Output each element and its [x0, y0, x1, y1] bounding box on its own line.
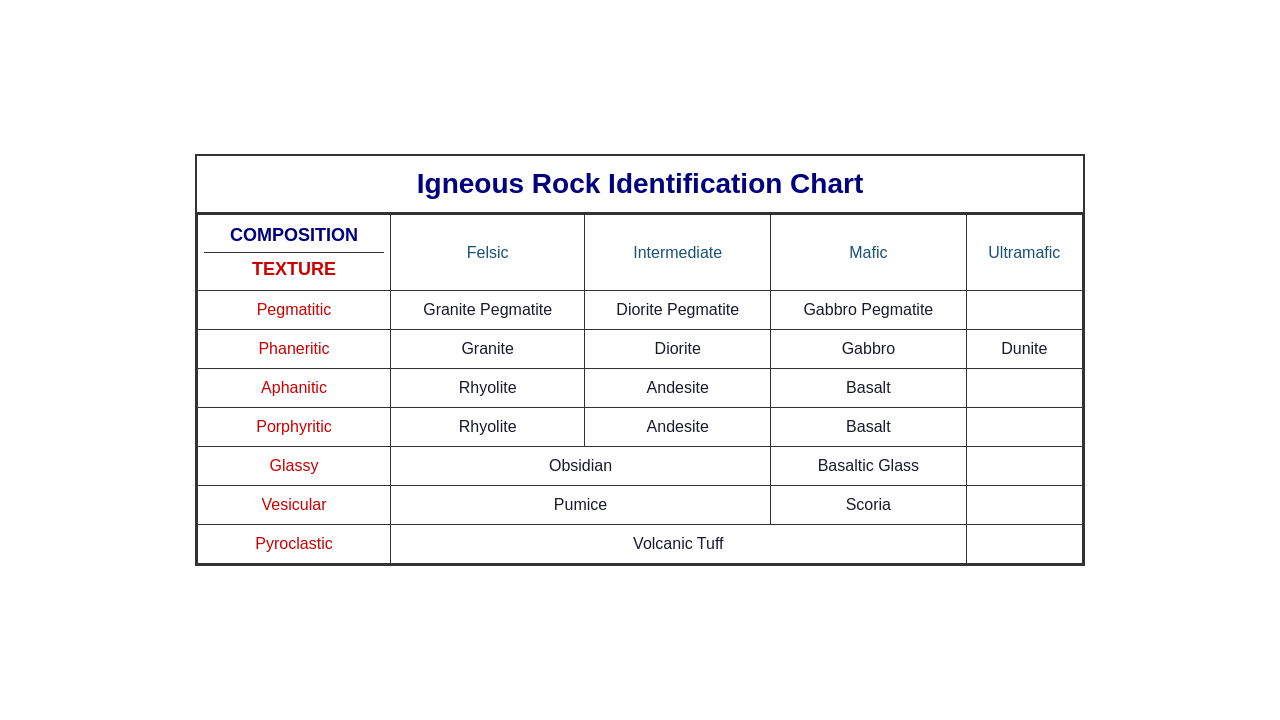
col-header-felsic: Felsic: [391, 215, 585, 291]
cell-phaneritic-ultramafic: Dunite: [966, 330, 1082, 369]
cell-vesicular-pumice: Pumice: [391, 486, 771, 525]
texture-label: TEXTURE: [204, 259, 384, 280]
cell-aphanitic-ultramafic: [966, 369, 1082, 408]
chart-table: COMPOSITION TEXTURE Felsic Intermediate …: [197, 214, 1083, 564]
texture-pegmatitic: Pegmatitic: [198, 291, 391, 330]
texture-glassy: Glassy: [198, 447, 391, 486]
chart-container: Igneous Rock Identification Chart COMPOS…: [195, 154, 1085, 566]
cell-vesicular-ultramafic: [966, 486, 1082, 525]
header-row: COMPOSITION TEXTURE Felsic Intermediate …: [198, 215, 1083, 291]
col-header-mafic: Mafic: [771, 215, 967, 291]
col-header-ultramafic: Ultramafic: [966, 215, 1082, 291]
cell-porphyritic-felsic: Rhyolite: [391, 408, 585, 447]
cell-phaneritic-felsic: Granite: [391, 330, 585, 369]
cell-glassy-obsidian: Obsidian: [391, 447, 771, 486]
cell-pegmatitic-intermediate: Diorite Pegmatite: [585, 291, 771, 330]
cell-phaneritic-mafic: Gabbro: [771, 330, 967, 369]
cell-pyroclastic-volcanic-tuff: Volcanic Tuff: [391, 525, 967, 564]
texture-pyroclastic: Pyroclastic: [198, 525, 391, 564]
texture-porphyritic: Porphyritic: [198, 408, 391, 447]
row-glassy: Glassy Obsidian Basaltic Glass: [198, 447, 1083, 486]
cell-aphanitic-felsic: Rhyolite: [391, 369, 585, 408]
cell-porphyritic-ultramafic: [966, 408, 1082, 447]
composition-label: COMPOSITION: [204, 225, 384, 246]
row-vesicular: Vesicular Pumice Scoria: [198, 486, 1083, 525]
chart-title: Igneous Rock Identification Chart: [197, 156, 1083, 214]
cell-pegmatitic-felsic: Granite Pegmatite: [391, 291, 585, 330]
cell-aphanitic-intermediate: Andesite: [585, 369, 771, 408]
cell-glassy-ultramafic: [966, 447, 1082, 486]
cell-pegmatitic-ultramafic: [966, 291, 1082, 330]
texture-vesicular: Vesicular: [198, 486, 391, 525]
cell-vesicular-mafic: Scoria: [771, 486, 967, 525]
cell-porphyritic-intermediate: Andesite: [585, 408, 771, 447]
row-porphyritic: Porphyritic Rhyolite Andesite Basalt: [198, 408, 1083, 447]
cell-aphanitic-mafic: Basalt: [771, 369, 967, 408]
cell-pegmatitic-mafic: Gabbro Pegmatite: [771, 291, 967, 330]
cell-glassy-mafic: Basaltic Glass: [771, 447, 967, 486]
texture-phaneritic: Phaneritic: [198, 330, 391, 369]
row-aphanitic: Aphanitic Rhyolite Andesite Basalt: [198, 369, 1083, 408]
cell-phaneritic-intermediate: Diorite: [585, 330, 771, 369]
texture-aphanitic: Aphanitic: [198, 369, 391, 408]
col-header-intermediate: Intermediate: [585, 215, 771, 291]
row-phaneritic: Phaneritic Granite Diorite Gabbro Dunite: [198, 330, 1083, 369]
composition-texture-header: COMPOSITION TEXTURE: [198, 215, 391, 291]
row-pegmatitic: Pegmatitic Granite Pegmatite Diorite Peg…: [198, 291, 1083, 330]
row-pyroclastic: Pyroclastic Volcanic Tuff: [198, 525, 1083, 564]
cell-pyroclastic-ultramafic: [966, 525, 1082, 564]
cell-porphyritic-mafic: Basalt: [771, 408, 967, 447]
